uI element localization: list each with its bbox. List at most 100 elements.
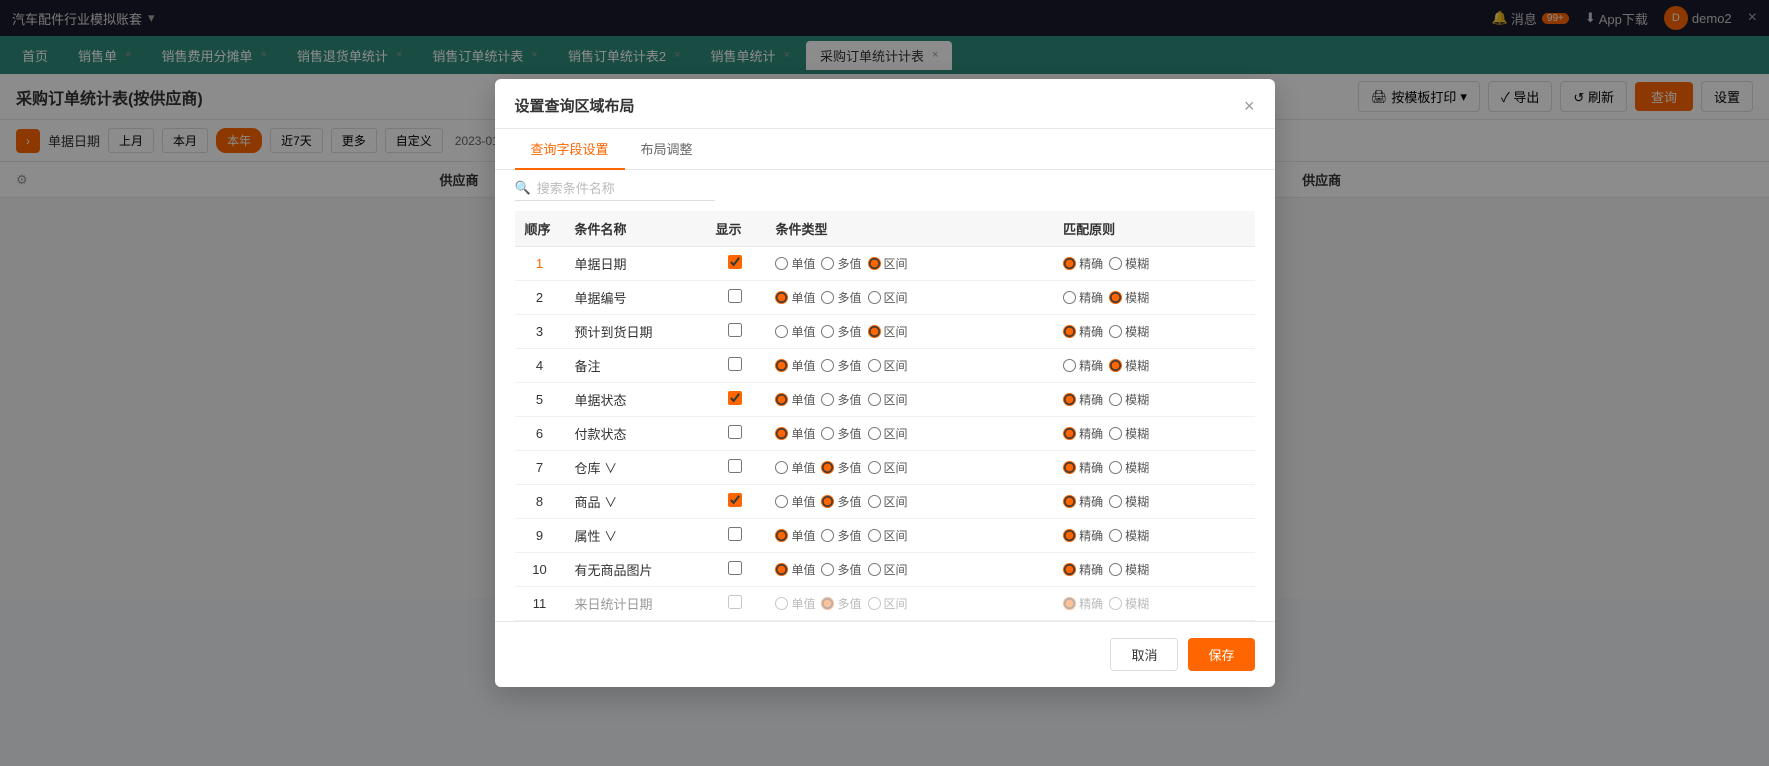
type-radio-label[interactable]: 区间 <box>868 289 908 306</box>
match-radio-label[interactable]: 模糊 <box>1109 255 1149 272</box>
display-checkbox[interactable] <box>728 425 742 439</box>
type-radio[interactable] <box>775 427 788 440</box>
match-radio[interactable] <box>1063 461 1076 474</box>
match-radio-label[interactable]: 模糊 <box>1109 561 1149 578</box>
save-btn[interactable]: 保存 <box>1188 638 1254 671</box>
match-radio-label[interactable]: 模糊 <box>1109 289 1149 306</box>
type-radio-label[interactable]: 区间 <box>868 527 908 544</box>
type-radio-label[interactable]: 单值 <box>775 425 815 442</box>
match-radio[interactable] <box>1109 427 1122 440</box>
type-radio-label[interactable]: 单值 <box>775 493 815 510</box>
type-radio[interactable] <box>775 325 788 338</box>
type-radio-label[interactable]: 多值 <box>821 595 861 612</box>
display-checkbox[interactable] <box>728 561 742 575</box>
type-radio-label[interactable]: 多值 <box>821 425 861 442</box>
type-radio[interactable] <box>775 597 788 610</box>
type-radio-label[interactable]: 区间 <box>868 459 908 476</box>
display-checkbox[interactable] <box>728 357 742 371</box>
type-radio-label[interactable]: 多值 <box>821 323 861 340</box>
type-radio[interactable] <box>868 495 881 508</box>
type-radio[interactable] <box>868 427 881 440</box>
type-radio-label[interactable]: 单值 <box>775 391 815 408</box>
type-radio[interactable] <box>775 563 788 576</box>
type-radio[interactable] <box>775 461 788 474</box>
match-radio-label[interactable]: 精确 <box>1063 255 1103 272</box>
display-checkbox[interactable] <box>728 459 742 473</box>
match-radio-label[interactable]: 模糊 <box>1109 357 1149 374</box>
type-radio-label[interactable]: 区间 <box>868 391 908 408</box>
type-radio-label[interactable]: 区间 <box>868 425 908 442</box>
type-radio[interactable] <box>868 325 881 338</box>
match-radio[interactable] <box>1109 257 1122 270</box>
type-radio[interactable] <box>821 597 834 610</box>
type-radio[interactable] <box>821 291 834 304</box>
type-radio[interactable] <box>868 359 881 372</box>
display-checkbox[interactable] <box>728 595 742 609</box>
match-radio[interactable] <box>1109 393 1122 406</box>
type-radio[interactable] <box>775 257 788 270</box>
type-radio[interactable] <box>821 427 834 440</box>
search-input[interactable] <box>537 181 697 196</box>
type-radio-label[interactable]: 多值 <box>821 493 861 510</box>
type-radio-label[interactable]: 多值 <box>821 391 861 408</box>
type-radio-label[interactable]: 多值 <box>821 527 861 544</box>
match-radio[interactable] <box>1063 597 1076 610</box>
modal-close-btn[interactable]: × <box>1244 97 1255 115</box>
match-radio[interactable] <box>1109 325 1122 338</box>
type-radio-label[interactable]: 区间 <box>868 255 908 272</box>
match-radio-label[interactable]: 精确 <box>1063 527 1103 544</box>
display-checkbox[interactable] <box>728 527 742 541</box>
display-checkbox[interactable] <box>728 255 742 269</box>
type-radio-label[interactable]: 单值 <box>775 289 815 306</box>
type-radio-label[interactable]: 单值 <box>775 323 815 340</box>
match-radio[interactable] <box>1109 359 1122 372</box>
display-checkbox[interactable] <box>728 289 742 303</box>
type-radio[interactable] <box>775 495 788 508</box>
match-radio-label[interactable]: 精确 <box>1063 391 1103 408</box>
type-radio[interactable] <box>775 393 788 406</box>
match-radio-label[interactable]: 精确 <box>1063 425 1103 442</box>
display-checkbox[interactable] <box>728 493 742 507</box>
type-radio[interactable] <box>868 563 881 576</box>
type-radio-label[interactable]: 单值 <box>775 357 815 374</box>
type-radio[interactable] <box>821 461 834 474</box>
modal-tab-layout[interactable]: 布局调整 <box>625 129 709 170</box>
type-radio[interactable] <box>868 393 881 406</box>
type-radio[interactable] <box>868 461 881 474</box>
type-radio-label[interactable]: 区间 <box>868 561 908 578</box>
match-radio-label[interactable]: 精确 <box>1063 459 1103 476</box>
type-radio-label[interactable]: 多值 <box>821 357 861 374</box>
type-radio[interactable] <box>821 563 834 576</box>
match-radio[interactable] <box>1063 257 1076 270</box>
type-radio[interactable] <box>821 393 834 406</box>
type-radio[interactable] <box>821 529 834 542</box>
match-radio-label[interactable]: 精确 <box>1063 357 1103 374</box>
type-radio[interactable] <box>821 495 834 508</box>
match-radio[interactable] <box>1109 597 1122 610</box>
match-radio-label[interactable]: 模糊 <box>1109 323 1149 340</box>
display-checkbox[interactable] <box>728 391 742 405</box>
match-radio-label[interactable]: 精确 <box>1063 289 1103 306</box>
match-radio-label[interactable]: 精确 <box>1063 595 1103 612</box>
match-radio-label[interactable]: 精确 <box>1063 561 1103 578</box>
modal-tab-query-fields[interactable]: 查询字段设置 <box>515 129 625 170</box>
match-radio-label[interactable]: 模糊 <box>1109 527 1149 544</box>
type-radio[interactable] <box>868 529 881 542</box>
type-radio-label[interactable]: 单值 <box>775 459 815 476</box>
match-radio-label[interactable]: 模糊 <box>1109 425 1149 442</box>
match-radio-label[interactable]: 模糊 <box>1109 391 1149 408</box>
match-radio[interactable] <box>1063 495 1076 508</box>
type-radio[interactable] <box>775 291 788 304</box>
type-radio-label[interactable]: 单值 <box>775 561 815 578</box>
match-radio[interactable] <box>1109 529 1122 542</box>
type-radio-label[interactable]: 区间 <box>868 323 908 340</box>
type-radio-label[interactable]: 多值 <box>821 459 861 476</box>
match-radio-label[interactable]: 模糊 <box>1109 493 1149 510</box>
match-radio-label[interactable]: 模糊 <box>1109 459 1149 476</box>
type-radio[interactable] <box>821 359 834 372</box>
match-radio[interactable] <box>1109 461 1122 474</box>
type-radio-label[interactable]: 区间 <box>868 595 908 612</box>
type-radio[interactable] <box>821 325 834 338</box>
match-radio[interactable] <box>1063 563 1076 576</box>
match-radio[interactable] <box>1063 291 1076 304</box>
